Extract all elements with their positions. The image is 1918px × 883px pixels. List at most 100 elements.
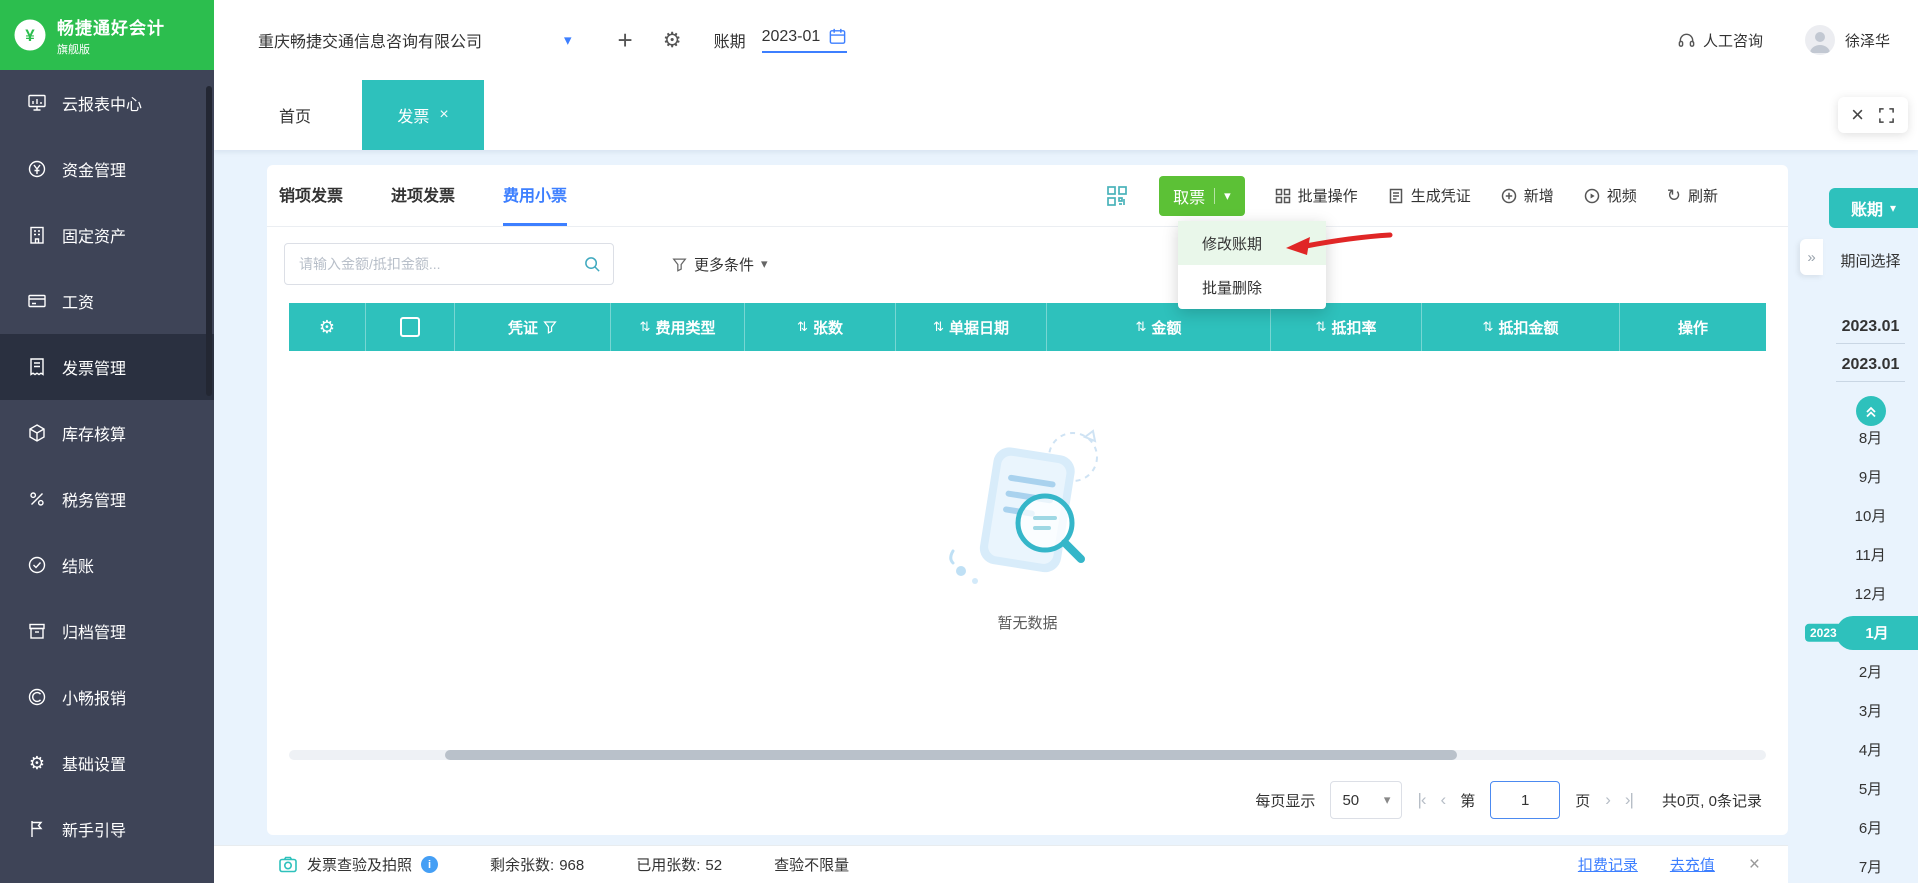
company-selector[interactable]: 重庆畅捷交通信息咨询有限公司 ▾: [258, 28, 572, 52]
page-prefix-label: 第: [1460, 792, 1476, 810]
app-root: ¥ 畅捷通好会计 旗舰版 云报表中心 资金管理 固定资产 工资 发票管理 库存核…: [0, 0, 1918, 883]
more-filters-button[interactable]: 更多条件 ▾: [672, 254, 768, 275]
period-value[interactable]: 2023-01: [761, 27, 848, 53]
period-end-date[interactable]: 2023.01: [1836, 356, 1905, 382]
collapse-panel-button[interactable]: »: [1800, 239, 1823, 275]
check-circle-icon: [26, 554, 48, 576]
refresh-button[interactable]: ↻ 刷新: [1667, 185, 1718, 206]
menu-item-batch-delete[interactable]: 批量删除: [1178, 265, 1326, 309]
get-ticket-button[interactable]: 取票 ▾: [1159, 175, 1245, 216]
invoice-check-footer: 发票查验及拍照 i 剩余张数: 968 已用张数: 52 查验不限量 扣费记录 去充…: [214, 845, 1788, 883]
tab-expense-receipt[interactable]: 费用小票: [503, 165, 568, 226]
per-page-select[interactable]: 50 ▾: [1330, 781, 1403, 819]
sidebar-item-tax[interactable]: 税务管理: [0, 466, 214, 532]
add-account-button[interactable]: +: [618, 27, 633, 53]
last-page-button[interactable]: ›|: [1625, 790, 1634, 810]
add-label: 新增: [1523, 188, 1554, 205]
month-item[interactable]: 10月: [1823, 496, 1918, 535]
play-circle-icon: [1584, 188, 1599, 203]
add-button[interactable]: 新增: [1501, 185, 1554, 206]
page-number-input[interactable]: [1490, 781, 1561, 819]
sidebar-item-report-center[interactable]: 云报表中心: [0, 70, 214, 136]
month-item-active[interactable]: 2023 1月: [1805, 615, 1918, 650]
tab-home[interactable]: 首页: [248, 80, 342, 150]
column-count[interactable]: ⇅ 张数: [745, 303, 896, 351]
sidebar-item-label: 税务管理: [62, 493, 127, 510]
sidebar-item-service[interactable]: 服务中心: [0, 862, 214, 883]
info-icon[interactable]: i: [421, 856, 439, 873]
month-item[interactable]: 11月: [1823, 535, 1918, 574]
close-icon[interactable]: ×: [1851, 104, 1864, 126]
brand-logo-icon: ¥: [14, 19, 46, 51]
tab-sales-invoice[interactable]: 销项发票: [279, 165, 343, 226]
sidebar-item-payroll[interactable]: 工资: [0, 268, 214, 334]
page-suffix-label: 页: [1575, 792, 1591, 810]
support-button[interactable]: 人工咨询: [1677, 30, 1763, 51]
month-item[interactable]: 2月: [1823, 652, 1918, 691]
recharge-link[interactable]: 去充值: [1670, 854, 1715, 875]
sidebar-item-inventory[interactable]: 库存核算: [0, 400, 214, 466]
sidebar-item-archive[interactable]: 归档管理: [0, 598, 214, 664]
batch-operations-button[interactable]: 批量操作: [1275, 185, 1358, 206]
month-item[interactable]: 9月: [1823, 457, 1918, 496]
sidebar-item-guide[interactable]: 新手引导: [0, 796, 214, 862]
select-all-checkbox[interactable]: [366, 303, 455, 351]
column-settings-button[interactable]: ⚙: [289, 303, 366, 351]
fullscreen-icon[interactable]: [1878, 107, 1895, 124]
video-button[interactable]: 视频: [1584, 185, 1637, 206]
month-item[interactable]: 7月: [1823, 847, 1918, 883]
sidebar-item-closing[interactable]: 结账: [0, 532, 214, 598]
next-page-button[interactable]: ›: [1605, 790, 1611, 810]
avatar[interactable]: [1804, 25, 1835, 55]
month-item[interactable]: 12月: [1823, 574, 1918, 613]
close-icon[interactable]: ×: [439, 106, 448, 124]
tab-invoice[interactable]: 发票 ×: [362, 80, 484, 150]
tab-input-invoice[interactable]: 进项发票: [391, 165, 455, 226]
remaining-value: 968: [559, 857, 585, 874]
close-icon[interactable]: ×: [1749, 854, 1760, 876]
sidebar-item-fixed-assets[interactable]: 固定资产: [0, 202, 214, 268]
month-item[interactable]: 5月: [1823, 769, 1918, 808]
scrollbar-thumb[interactable]: [445, 750, 1457, 760]
column-date[interactable]: ⇅ 单据日期: [896, 303, 1047, 351]
column-deduction-amount[interactable]: ⇅ 抵扣金额: [1422, 303, 1620, 351]
search-icon[interactable]: [584, 256, 601, 273]
column-amount[interactable]: ⇅ 金额: [1047, 303, 1271, 351]
sort-icon: ⇅: [1315, 319, 1327, 334]
report-chart-icon: [26, 92, 48, 114]
sidebar-item-label: 发票管理: [62, 361, 127, 378]
sidebar-item-reimburse[interactable]: 小畅报销: [0, 664, 214, 730]
percent-icon: [26, 488, 48, 510]
column-expense-type[interactable]: ⇅ 费用类型: [611, 303, 745, 351]
first-page-button[interactable]: |‹: [1417, 790, 1426, 810]
menu-item-modify-period[interactable]: 修改账期: [1178, 221, 1326, 265]
qr-scan-icon[interactable]: [1105, 184, 1129, 208]
column-deduction-rate[interactable]: ⇅ 抵扣率: [1271, 303, 1422, 351]
column-actions: 操作: [1620, 303, 1766, 351]
fee-record-link[interactable]: 扣费记录: [1578, 854, 1638, 875]
month-item[interactable]: 3月: [1823, 691, 1918, 730]
generate-voucher-button[interactable]: 生成凭证: [1388, 185, 1471, 206]
sidebar-item-funds[interactable]: 资金管理: [0, 136, 214, 202]
horizontal-scrollbar[interactable]: [289, 750, 1766, 760]
month-item[interactable]: 8月: [1823, 418, 1918, 457]
settings-gear-icon[interactable]: ⚙: [663, 30, 682, 51]
sidebar-item-invoice[interactable]: 发票管理: [0, 334, 214, 400]
compass-icon: [26, 686, 48, 708]
headset-icon: [1678, 33, 1695, 47]
sort-icon: ⇅: [797, 319, 808, 334]
column-label: 抵扣金额: [1498, 319, 1559, 337]
sidebar-scrollbar[interactable]: [206, 86, 212, 396]
sidebar-item-settings[interactable]: ⚙ 基础设置: [0, 730, 214, 796]
invoice-icon: [26, 356, 48, 378]
month-item[interactable]: 6月: [1823, 808, 1918, 847]
search-input[interactable]: [297, 255, 584, 273]
period-button[interactable]: 账期 ▾: [1829, 188, 1918, 228]
prev-page-button[interactable]: ‹: [1441, 790, 1447, 810]
get-ticket-label: 取票: [1173, 189, 1206, 207]
month-item[interactable]: 4月: [1823, 730, 1918, 769]
period-start-date[interactable]: 2023.01: [1836, 318, 1905, 344]
column-voucher[interactable]: 凭证: [455, 303, 611, 351]
support-label: 人工咨询: [1702, 32, 1763, 50]
building-icon: [26, 224, 48, 246]
